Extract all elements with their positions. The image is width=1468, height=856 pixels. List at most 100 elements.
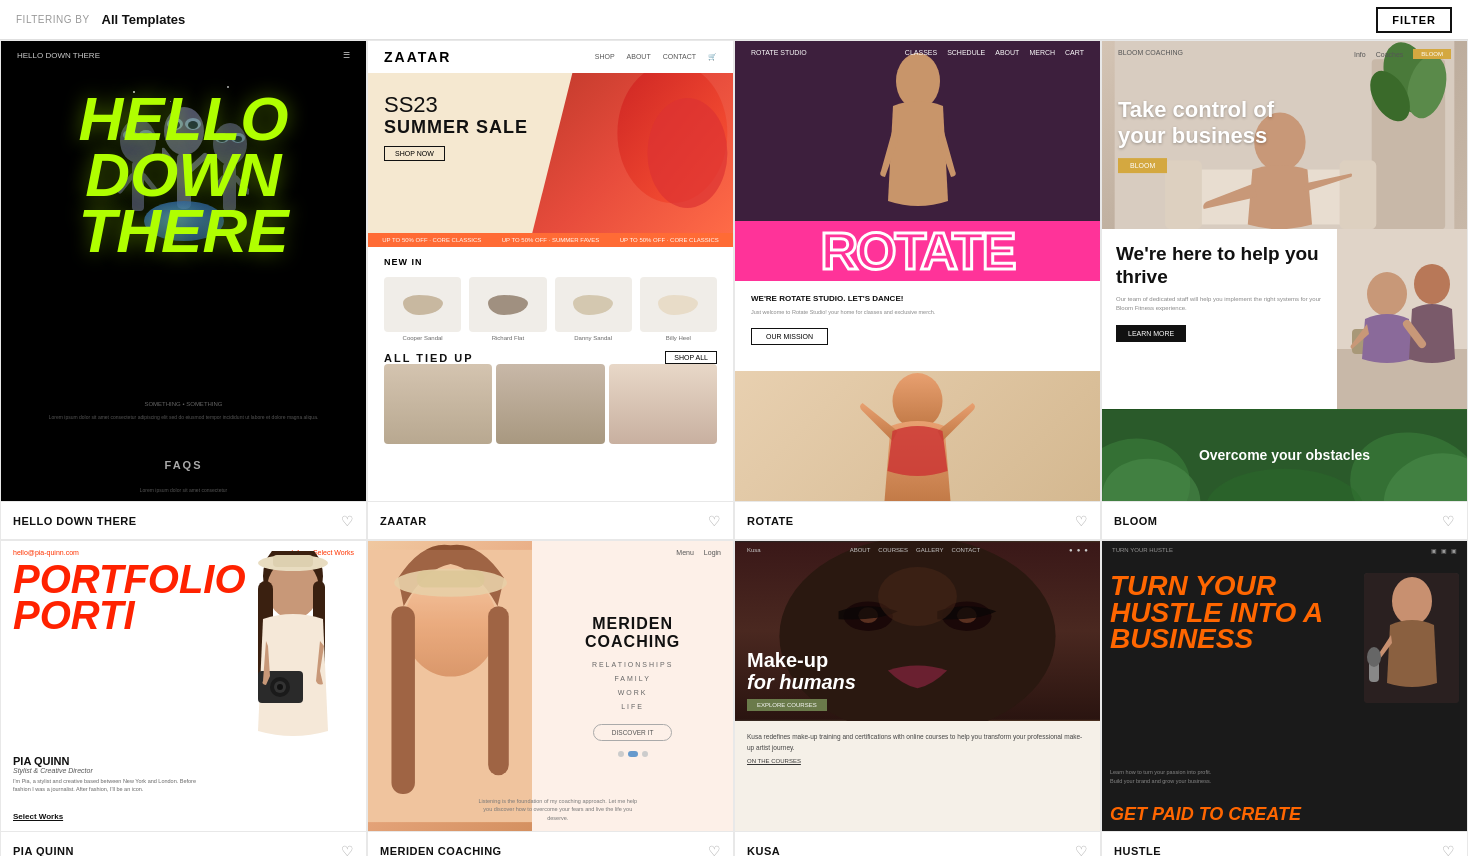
template-preview-pia-quinn: hello@pia-quinn.com Info Select Works PO… [1, 541, 366, 831]
meriden-topics: RELATIONSHIPSFAMILYWORKLIFE [592, 658, 674, 714]
template-footer-hello-down-there: HELLO DOWN THERE ♡ [1, 501, 366, 539]
svg-point-40 [1367, 272, 1407, 316]
template-card-kusa[interactable]: Kusa ABOUT COURSES GALLERY CONTACT ● ● ● [734, 540, 1101, 856]
zaatar-product-name-4: Billy Heel [640, 335, 717, 341]
hustle-person-svg [1364, 573, 1459, 703]
heart-icon-rotate[interactable]: ♡ [1075, 513, 1088, 529]
template-footer-meriden: MERIDEN COACHING ♡ [368, 831, 733, 856]
rotate-nav-classes: CLASSES [905, 49, 937, 56]
hustle-nav-icons: ▣ ▣ ▣ [1431, 547, 1457, 554]
zaatar-product-name-1: Cooper Sandal [384, 335, 461, 341]
template-preview-rotate: ROTATE STUDIO CLASSES SCHEDULE ABOUT MER… [735, 41, 1100, 501]
heart-icon-meriden[interactable]: ♡ [708, 843, 721, 857]
pia-select-works-link[interactable]: Select Works [13, 812, 63, 821]
pia-email: hello@pia-quinn.com [13, 549, 79, 556]
bloom-middle-section: We're here to help you thrive Our team o… [1102, 229, 1467, 409]
bloom-start-button[interactable]: BLOOM [1413, 49, 1451, 59]
zaatar-nav: ZAATAR SHOP ABOUT CONTACT 🛒 [368, 41, 733, 73]
kusa-description-section: Kusa redefines make-up training and cert… [735, 721, 1100, 774]
pia-bio: I'm Pia, a stylist and creative based be… [13, 777, 203, 794]
bloom-middle-text: We're here to help you thrive Our team o… [1102, 229, 1337, 409]
heart-icon-zaatar[interactable]: ♡ [708, 513, 721, 529]
bloom-overcome-text: Overcome your obstacles [1199, 447, 1370, 463]
bloom-learn-more-button[interactable]: LEARN MORE [1116, 325, 1186, 342]
hustle-main-text: TURN YOURHUSTLE INTO ABUSINESS [1110, 573, 1358, 653]
filter-button[interactable]: FILTER [1376, 7, 1452, 33]
promo-3: UP TO 50% OFF · CORE CLASSICS [620, 237, 719, 243]
svg-point-73 [1392, 577, 1432, 625]
zaatar-products-grid: Cooper Sandal Richard Flat Danny Sandal … [368, 277, 733, 341]
rotate-nav-logo: ROTATE STUDIO [751, 49, 807, 56]
template-footer-bloom: BLOOM ♡ [1102, 501, 1467, 539]
heart-icon-hello-down-there[interactable]: ♡ [341, 513, 354, 529]
templates-grid-row1: HELLO DOWN THERE ☰ [0, 40, 1468, 540]
kusa-makeup-text-block: Make-up for humans EXPLORE COURSES [747, 649, 856, 711]
heart-icon-bloom[interactable]: ♡ [1442, 513, 1455, 529]
template-card-rotate[interactable]: ROTATE STUDIO CLASSES SCHEDULE ABOUT MER… [734, 40, 1101, 540]
template-card-meriden[interactable]: Menu Login MERIDEN COACHING RELATIONSHIP… [367, 540, 734, 856]
kusa-makeup-text2: for humans [747, 671, 856, 693]
zaatar-logo: ZAATAR [384, 49, 451, 65]
svg-rect-35 [1340, 160, 1377, 229]
bloom-take-control-heading: Take control of your business [1118, 97, 1288, 150]
hustle-person-image [1364, 573, 1459, 703]
pia-info: PIA QUINN Stylist & Creative Director I'… [13, 755, 203, 794]
kusa-nav-icons: ● ● ● [1069, 547, 1088, 553]
kusa-nav: Kusa ABOUT COURSES GALLERY CONTACT ● ● ● [735, 541, 1100, 559]
meriden-title: MERIDEN COACHING [544, 615, 721, 650]
pia-person-title: Stylist & Creative Director [13, 767, 203, 774]
svg-point-25 [648, 98, 728, 208]
zaatar-collection-title: ALL TIED UP [384, 352, 474, 364]
hdt-nav: HELLO DOWN THERE ☰ [1, 41, 366, 70]
kusa-hero-section: Kusa ABOUT COURSES GALLERY CONTACT ● ● ● [735, 541, 1100, 721]
hdt-bottom-text: Lorem ipsum dolor sit amet consectetur [1, 487, 366, 493]
hustle-get-paid: GET PAID TO CREATE [1110, 805, 1301, 823]
meriden-hero-image [368, 541, 532, 831]
svg-rect-53 [273, 555, 313, 567]
bloom-nav: BLOOM COACHING Info Coaches BLOOM [1102, 41, 1467, 67]
hello-down-there-preview: HELLO DOWN THERE ☰ [1, 41, 366, 501]
heart-icon-pia[interactable]: ♡ [341, 843, 354, 857]
hustle-main-content: TURN YOURHUSTLE INTO ABUSINESS [1102, 565, 1467, 711]
zaatar-shop-btn[interactable]: SHOP NOW [384, 146, 445, 161]
zaatar-col-img-3 [609, 364, 717, 444]
svg-point-75 [1367, 647, 1381, 667]
rotate-cta-button[interactable]: OUR MISSION [751, 328, 828, 345]
template-card-bloom[interactable]: BLOOM COACHING Info Coaches BLOOM [1101, 40, 1468, 540]
kusa-nav-courses: COURSES [878, 547, 908, 553]
dot-1 [618, 751, 624, 757]
template-card-hustle[interactable]: TURN YOUR HUSTLE ▣ ▣ ▣ TURN YOURHUSTLE I… [1101, 540, 1468, 856]
heart-icon-hustle[interactable]: ♡ [1442, 843, 1455, 857]
zaatar-hero-image [532, 73, 733, 233]
heart-icon-kusa[interactable]: ♡ [1075, 843, 1088, 857]
bloom-logo: BLOOM COACHING [1118, 49, 1183, 59]
zaatar-nav-links: SHOP ABOUT CONTACT 🛒 [595, 53, 717, 61]
hustle-icon-1: ▣ [1431, 547, 1437, 554]
template-card-hello-down-there[interactable]: HELLO DOWN THERE ☰ [0, 40, 367, 540]
template-preview-bloom: BLOOM COACHING Info Coaches BLOOM [1102, 41, 1467, 501]
rotate-nav-links: CLASSES SCHEDULE ABOUT MERCH CART [905, 49, 1084, 56]
meriden-discover-button[interactable]: DISCOVER IT [593, 724, 673, 741]
svg-rect-64 [417, 571, 485, 588]
template-card-pia-quinn[interactable]: hello@pia-quinn.com Info Select Works PO… [0, 540, 367, 856]
zaatar-cart-icon: 🛒 [708, 53, 717, 61]
rotate-nav-about: ABOUT [995, 49, 1019, 56]
template-name-meriden: MERIDEN COACHING [380, 845, 502, 857]
zaatar-new-in: NEW IN [368, 247, 733, 277]
template-name-hello-down-there: HELLO DOWN THERE [13, 515, 137, 527]
bloom-bottom-section: Overcome your obstacles [1102, 409, 1467, 501]
hdt-nav-right: ☰ [343, 51, 350, 60]
bloom-hero-cta[interactable]: BLOOM [1118, 158, 1167, 173]
pia-preview-inner: hello@pia-quinn.com Info Select Works PO… [1, 541, 366, 831]
template-preview-zaatar: ZAATAR SHOP ABOUT CONTACT 🛒 SS23 SUMMER … [368, 41, 733, 501]
zaatar-product-1: Cooper Sandal [384, 277, 461, 341]
hustle-icon-3: ▣ [1451, 547, 1457, 554]
template-card-zaatar[interactable]: ZAATAR SHOP ABOUT CONTACT 🛒 SS23 SUMMER … [367, 40, 734, 540]
template-name-kusa: KUSA [747, 845, 780, 857]
svg-point-41 [1414, 264, 1450, 304]
template-footer-kusa: KUSA ♡ [735, 831, 1100, 856]
kusa-cta-link[interactable]: ON THE COURSES [747, 758, 1088, 764]
kusa-explore-button[interactable]: EXPLORE COURSES [747, 699, 827, 711]
all-templates-label: All Templates [102, 12, 186, 27]
zaatar-product-img-4 [640, 277, 717, 332]
